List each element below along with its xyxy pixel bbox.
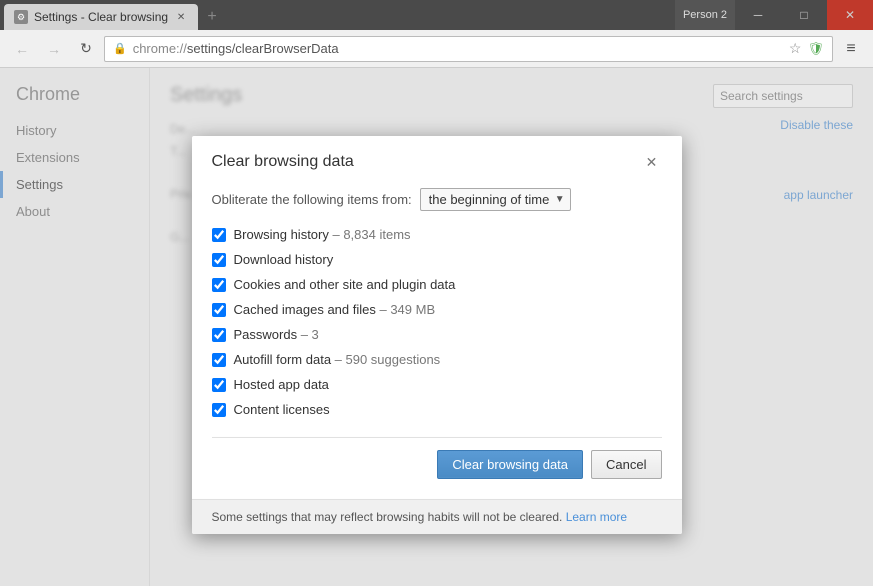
url-path: settings/clearBrowserData xyxy=(187,41,339,56)
address-bar[interactable]: 🔒 chrome://settings/clearBrowserData ☆ 🛡 xyxy=(104,36,833,62)
hosted-app-item: Hosted app data xyxy=(212,377,662,392)
back-button[interactable]: ← xyxy=(8,35,36,63)
dialog-action-buttons: Clear browsing data Cancel xyxy=(212,442,662,483)
clear-browsing-data-dialog: Clear browsing data ✕ Obliterate the fol… xyxy=(192,136,682,534)
button-divider xyxy=(212,437,662,438)
passwords-checkbox[interactable] xyxy=(212,327,226,341)
content-licenses-item: Content licenses xyxy=(212,402,662,417)
footer-text: Some settings that may reflect browsing … xyxy=(212,510,563,524)
url-scheme: chrome:// xyxy=(133,41,187,56)
obliterate-label: Obliterate the following items from: xyxy=(212,192,412,207)
close-icon: ✕ xyxy=(646,153,658,170)
new-tab-button[interactable]: + xyxy=(198,4,226,30)
chrome-menu-button[interactable]: ≡ xyxy=(837,35,865,63)
browsing-history-item: Browsing history – 8,834 items xyxy=(212,227,662,242)
autofill-label: Autofill form data – 590 suggestions xyxy=(234,352,441,367)
restore-button[interactable]: □ xyxy=(781,0,827,30)
reload-icon: ↻ xyxy=(80,40,92,57)
url-display: chrome://settings/clearBrowserData xyxy=(133,41,783,56)
minimize-button[interactable]: ─ xyxy=(735,0,781,30)
titlebar-left: ⚙ Settings - Clear browsing ✕ + xyxy=(0,0,675,30)
tab-area: ⚙ Settings - Clear browsing ✕ + xyxy=(0,0,226,30)
cache-size: – 349 MB xyxy=(379,302,435,317)
hosted-app-checkbox[interactable] xyxy=(212,377,226,391)
learn-more-link[interactable]: Learn more xyxy=(566,510,627,524)
cached-images-checkbox[interactable] xyxy=(212,302,226,316)
tab-close-button[interactable]: ✕ xyxy=(174,10,188,24)
shield-icon: 🛡 xyxy=(807,41,824,57)
cookies-label: Cookies and other site and plugin data xyxy=(234,277,456,292)
cached-images-label: Cached images and files – 349 MB xyxy=(234,302,436,317)
dialog-header: Clear browsing data ✕ xyxy=(192,136,682,180)
forward-icon: → xyxy=(47,41,61,57)
close-window-button[interactable]: ✕ xyxy=(827,0,873,30)
tab-favicon: ⚙ xyxy=(14,10,28,24)
bookmark-star-icon[interactable]: ☆ xyxy=(789,40,802,57)
autofill-count: – 590 suggestions xyxy=(335,352,441,367)
download-history-checkbox[interactable] xyxy=(212,252,226,266)
content-licenses-checkbox[interactable] xyxy=(212,402,226,416)
download-history-item: Download history xyxy=(212,252,662,267)
cancel-button[interactable]: Cancel xyxy=(591,450,661,479)
browser-toolbar: ← → ↻ 🔒 chrome://settings/clearBrowserDa… xyxy=(0,30,873,68)
checkbox-list: Browsing history – 8,834 items Download … xyxy=(212,227,662,417)
back-icon: ← xyxy=(15,41,29,57)
menu-icon: ≡ xyxy=(846,40,855,58)
page-icon: 🔒 xyxy=(113,42,127,55)
main-area: Chrome History Extensions Settings About… xyxy=(0,68,873,586)
dialog-close-button[interactable]: ✕ xyxy=(642,152,662,172)
user-profile-button[interactable]: Person 2 xyxy=(675,0,735,30)
time-range-row: Obliterate the following items from: the… xyxy=(212,188,662,211)
dialog-title: Clear browsing data xyxy=(212,153,354,171)
cached-images-item: Cached images and files – 349 MB xyxy=(212,302,662,317)
dialog-body: Obliterate the following items from: the… xyxy=(192,180,682,499)
time-select-wrapper: the beginning of time the past hour the … xyxy=(420,188,571,211)
content-licenses-label: Content licenses xyxy=(234,402,330,417)
clear-browsing-data-button[interactable]: Clear browsing data xyxy=(437,450,583,479)
cookies-checkbox[interactable] xyxy=(212,277,226,291)
autofill-item: Autofill form data – 590 suggestions xyxy=(212,352,662,367)
browsing-history-label: Browsing history – 8,834 items xyxy=(234,227,411,242)
forward-button[interactable]: → xyxy=(40,35,68,63)
active-tab[interactable]: ⚙ Settings - Clear browsing ✕ xyxy=(4,4,198,30)
hosted-app-label: Hosted app data xyxy=(234,377,329,392)
cookies-item: Cookies and other site and plugin data xyxy=(212,277,662,292)
tab-label: Settings - Clear browsing xyxy=(34,10,168,24)
titlebar: ⚙ Settings - Clear browsing ✕ + Person 2… xyxy=(0,0,873,30)
reload-button[interactable]: ↻ xyxy=(72,35,100,63)
browsing-history-count: – 8,834 items xyxy=(332,227,410,242)
download-history-label: Download history xyxy=(234,252,334,267)
passwords-label: Passwords – 3 xyxy=(234,327,319,342)
autofill-checkbox[interactable] xyxy=(212,352,226,366)
passwords-count: – 3 xyxy=(301,327,319,342)
browsing-history-checkbox[interactable] xyxy=(212,227,226,241)
time-range-select[interactable]: the beginning of time the past hour the … xyxy=(420,188,571,211)
passwords-item: Passwords – 3 xyxy=(212,327,662,342)
dialog-footer-info: Some settings that may reflect browsing … xyxy=(192,499,682,534)
